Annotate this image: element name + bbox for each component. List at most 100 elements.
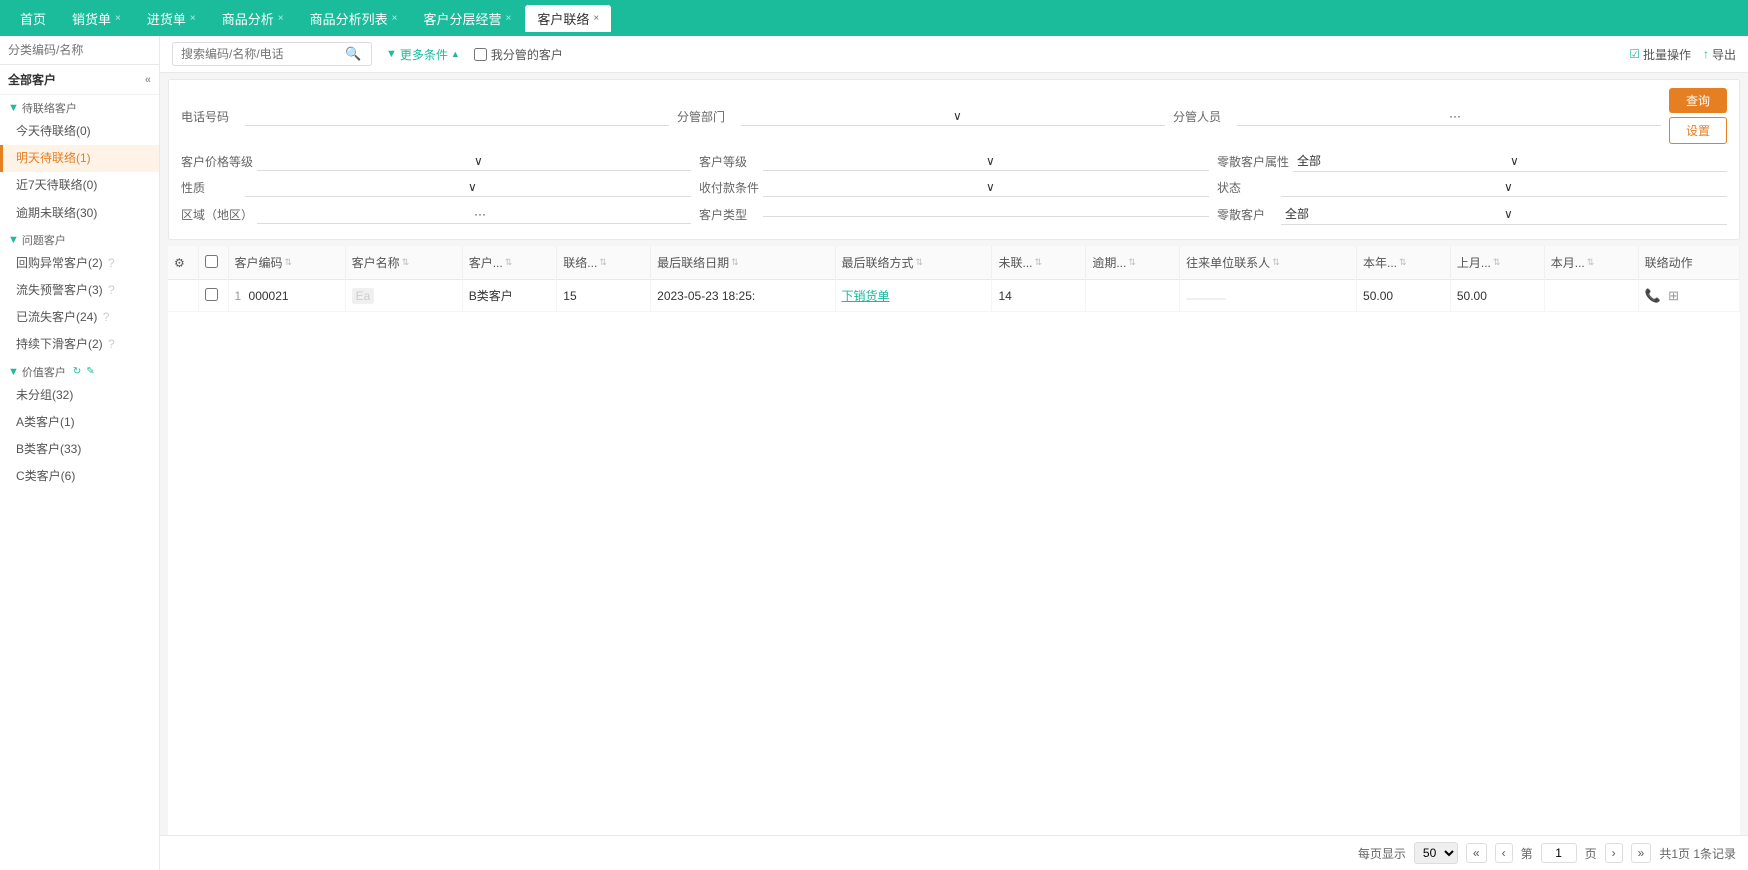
nav-close-icon[interactable]: × — [190, 13, 196, 24]
chevron-down-icon: ∨ — [474, 154, 687, 168]
my-customers-checkbox[interactable]: 我分管的客户 — [474, 46, 563, 63]
sidebar-item-tomorrow[interactable]: 明天待联络(1) — [0, 145, 159, 172]
sidebar-item-class-a[interactable]: A类客户(1) — [0, 409, 159, 436]
main-layout: 🔍 全部客户 « ▼ 待联络客户 今天待联络(0) 明天待联络(1) 近7天待联… — [0, 36, 1748, 870]
sidebar-item-declining[interactable]: 持续下滑客户(2) ? — [0, 331, 159, 358]
col-checkbox[interactable] — [198, 246, 228, 280]
row-contact-person — [1180, 280, 1357, 312]
sidebar-search-input[interactable] — [8, 43, 160, 57]
edit-icon[interactable]: ✎ — [86, 366, 94, 377]
select-all-checkbox[interactable] — [205, 255, 218, 268]
prev-page-button[interactable]: ‹ — [1495, 843, 1513, 863]
phone-action-icon[interactable]: 📞 — [1645, 288, 1661, 303]
nav-close-icon[interactable]: × — [505, 13, 511, 24]
filter-payment-select[interactable]: ∨ — [763, 178, 1209, 197]
page-size-select[interactable]: 50 — [1414, 842, 1458, 864]
sidebar-item-unclassified[interactable]: 未分组(32) — [0, 382, 159, 409]
filter-retail-attr-select[interactable]: 全部 ∨ — [1293, 150, 1727, 172]
filter-payment: 收付款条件 ∨ — [699, 178, 1209, 197]
filter-dept-select[interactable]: ∨ — [741, 107, 1165, 126]
filter-region: 区域（地区） ··· — [181, 205, 691, 224]
top-nav: 首页 销货单 × 进货单 × 商品分析 × 商品分析列表 × 客户分层经营 × … — [0, 0, 1748, 36]
sidebar-item-overdue[interactable]: 逾期未联络(30) — [0, 200, 159, 227]
refresh-icon[interactable]: ↻ — [73, 366, 81, 377]
sort-icon[interactable]: ⇅ — [1493, 257, 1501, 268]
collapse-icon[interactable]: « — [145, 74, 151, 86]
first-page-button[interactable]: « — [1466, 843, 1487, 863]
sidebar-item-class-b[interactable]: B类客户(33) — [0, 436, 159, 463]
sort-icon[interactable]: ⇅ — [599, 257, 607, 268]
help-icon[interactable]: ? — [103, 310, 110, 324]
sidebar-group-problem: ▼ 问题客户 — [0, 227, 159, 250]
sort-icon[interactable]: ⇅ — [731, 257, 739, 268]
sort-icon[interactable]: ⇅ — [1399, 257, 1407, 268]
filter-price-level: 客户价格等级 ∨ — [181, 152, 691, 171]
sort-icon[interactable]: ⇅ — [402, 257, 410, 268]
col-code: 客户编码 ⇅ — [228, 246, 345, 280]
sort-icon[interactable]: ⇅ — [1587, 257, 1595, 268]
sort-icon[interactable]: ⇅ — [1128, 257, 1136, 268]
sidebar-item-churned[interactable]: 已流失客户(24) ? — [0, 304, 159, 331]
filter-customer-type-select[interactable] — [763, 212, 1209, 217]
sort-icon[interactable]: ⇅ — [1034, 257, 1042, 268]
nav-product-analysis-list[interactable]: 商品分析列表 × — [298, 5, 410, 32]
export-button[interactable]: ↑ 导出 — [1703, 46, 1736, 63]
nav-customer-contact[interactable]: 客户联络 × — [525, 5, 611, 32]
grid-action-icon[interactable]: ⊞ — [1668, 288, 1679, 303]
nav-purchase-order[interactable]: 进货单 × — [135, 5, 208, 32]
sort-icon[interactable]: ⇅ — [1272, 257, 1280, 268]
last-page-button[interactable]: » — [1631, 843, 1652, 863]
row-checkbox[interactable] — [205, 288, 218, 301]
row-last-contact-method: 下销货单 — [835, 280, 992, 312]
filter-region-select[interactable]: ··· — [257, 205, 691, 224]
nav-close-icon[interactable]: × — [593, 13, 599, 24]
filter-retail-customer-select[interactable]: 全部 ∨ — [1281, 203, 1727, 225]
my-customers-check[interactable] — [474, 48, 487, 61]
table-header-row: ⚙ 客户编码 ⇅ 客户名称 — [168, 246, 1740, 280]
query-button[interactable]: 查询 — [1669, 88, 1727, 113]
help-icon[interactable]: ? — [108, 283, 115, 297]
nav-close-icon[interactable]: × — [392, 13, 398, 24]
nav-product-analysis[interactable]: 商品分析 × — [210, 5, 296, 32]
help-icon[interactable]: ? — [108, 256, 115, 270]
help-icon[interactable]: ? — [108, 337, 115, 351]
page-input[interactable] — [1541, 843, 1577, 863]
dots-icon[interactable]: ··· — [474, 207, 687, 221]
sidebar-item-repurchase-abnormal[interactable]: 回购异常客户(2) ? — [0, 250, 159, 277]
filter-gender-select[interactable]: ∨ — [245, 178, 691, 197]
nav-close-icon[interactable]: × — [115, 13, 121, 24]
set-button[interactable]: 设置 — [1669, 117, 1727, 144]
sort-icon[interactable]: ⇅ — [505, 257, 513, 268]
filter-manager-select[interactable]: ··· — [1237, 107, 1661, 126]
search-icon[interactable]: 🔍 — [345, 46, 361, 62]
batch-op-button[interactable]: ☑ 批量操作 — [1629, 46, 1691, 63]
search-input[interactable] — [181, 47, 341, 61]
nav-customer-tier[interactable]: 客户分层经营 × — [411, 5, 523, 32]
filter-status-select[interactable]: ∨ — [1281, 178, 1727, 197]
col-action: 联络动作 — [1638, 246, 1739, 280]
more-filter-button[interactable]: ▼ 更多条件 ▲ — [380, 43, 466, 66]
content-area: 🔍 ▼ 更多条件 ▲ 我分管的客户 ☑ 批量操作 ↑ 导出 — [160, 36, 1748, 870]
sidebar-item-churn-warning[interactable]: 流失预警客户(3) ? — [0, 277, 159, 304]
sort-icon[interactable]: ⇅ — [285, 257, 293, 268]
row-checkbox-cell[interactable] — [198, 280, 228, 312]
table-area: ⚙ 客户编码 ⇅ 客户名称 — [168, 246, 1740, 835]
row-this-year: 50.00 — [1357, 280, 1451, 312]
filter-phone: 电话号码 — [181, 107, 669, 126]
filter-price-level-select[interactable]: ∨ — [257, 152, 691, 171]
nav-close-icon[interactable]: × — [278, 13, 284, 24]
filter-customer-level-select[interactable]: ∨ — [763, 152, 1209, 171]
next-page-button[interactable]: › — [1605, 843, 1623, 863]
sidebar-item-today[interactable]: 今天待联络(0) — [0, 118, 159, 145]
col-this-year: 本年... ⇅ — [1357, 246, 1451, 280]
nav-sales-order[interactable]: 销货单 × — [60, 5, 133, 32]
nav-home[interactable]: 首页 — [8, 5, 58, 32]
sort-icon[interactable]: ⇅ — [916, 257, 924, 268]
col-gear[interactable]: ⚙ — [168, 246, 198, 280]
sidebar-item-class-c[interactable]: C类客户(6) — [0, 463, 159, 490]
all-customers-header[interactable]: 全部客户 « — [0, 65, 159, 95]
gear-icon[interactable]: ⚙ — [174, 256, 185, 270]
dots-icon[interactable]: ··· — [1449, 109, 1657, 123]
sidebar-item-7days[interactable]: 近7天待联络(0) — [0, 172, 159, 199]
filter-phone-input[interactable] — [245, 107, 669, 126]
